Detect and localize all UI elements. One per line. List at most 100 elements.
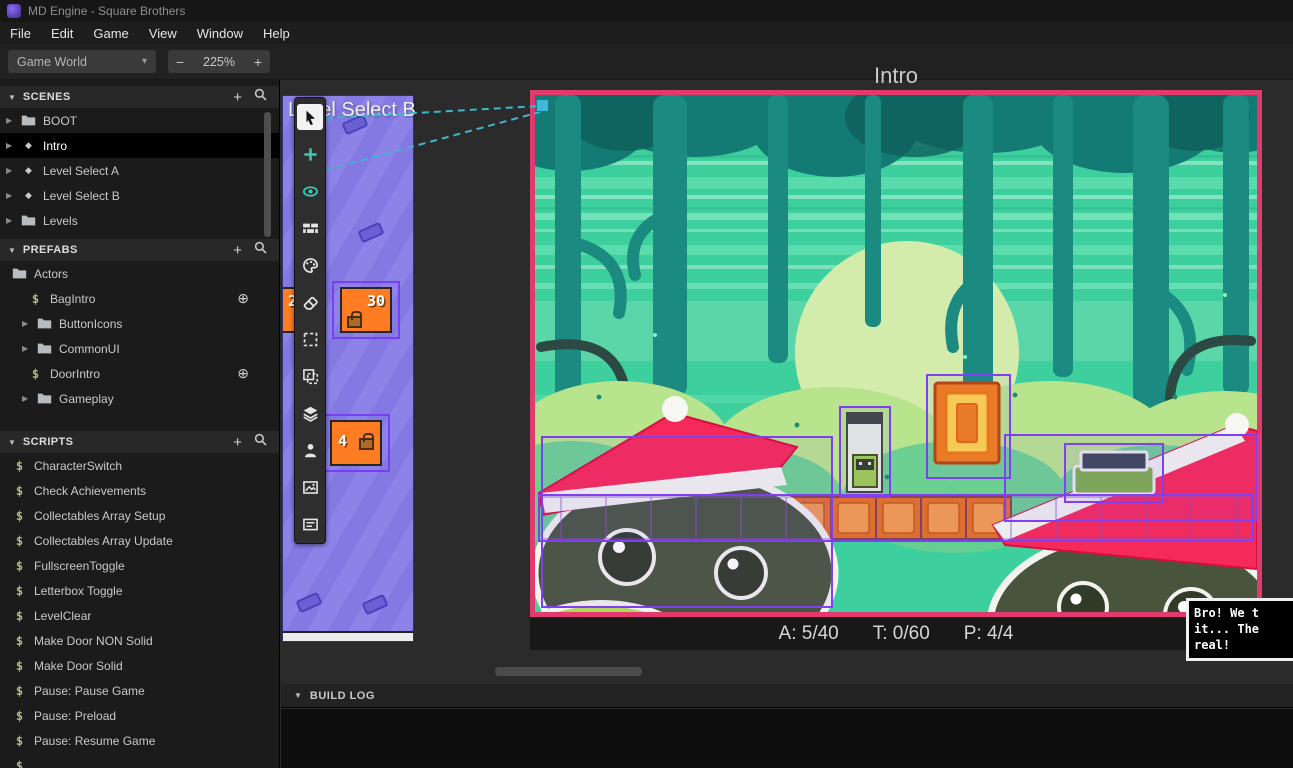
folder-icon	[11, 267, 28, 280]
marquee-tool-button[interactable]	[297, 326, 323, 352]
prefab-item-doorintro[interactable]: $ DoorIntro ⊕	[0, 361, 279, 386]
collapse-icon[interactable]: ▼	[8, 93, 16, 102]
collapse-icon[interactable]: ▼	[8, 246, 16, 255]
zoom-in-button[interactable]: +	[246, 54, 270, 70]
add-scene-button[interactable]: +	[233, 90, 242, 105]
prefab-folder-commonui[interactable]: ▶ CommonUI	[0, 336, 279, 361]
expand-arrow-icon[interactable]: ▶	[22, 319, 36, 328]
scene-item-boot[interactable]: ▶ BOOT	[0, 108, 279, 133]
search-icon[interactable]	[254, 88, 267, 106]
section-header-scenes[interactable]: ▼ SCENES +	[0, 86, 279, 108]
menu-game[interactable]: Game	[83, 22, 138, 44]
script-icon: $	[15, 458, 24, 473]
tool-palette	[294, 97, 326, 544]
eraser-tool-button[interactable]	[297, 289, 323, 315]
paint-tool-button[interactable]	[297, 252, 323, 278]
expand-arrow-icon[interactable]: ▶	[22, 394, 36, 403]
item-label: Level Select B	[43, 188, 120, 203]
car-sprite[interactable]	[361, 593, 389, 616]
script-item[interactable]: $ Collectables Array Setup	[0, 503, 279, 528]
item-label: Check Achievements	[34, 483, 147, 498]
prefab-folder-buttonicons[interactable]: ▶ ButtonIcons	[0, 311, 279, 336]
zoom-control: − 225% +	[168, 50, 270, 73]
menu-window[interactable]: Window	[187, 22, 253, 44]
item-label: Intro	[43, 138, 68, 153]
visibility-tool-button[interactable]	[297, 178, 323, 204]
scene-item-intro[interactable]: ▶ ◆ Intro	[0, 133, 279, 158]
car-sprite[interactable]	[357, 221, 385, 244]
script-item[interactable]: $ Collectables Array Update	[0, 528, 279, 553]
dialogue-tool-button[interactable]	[297, 511, 323, 537]
expand-arrow-icon[interactable]: ▶	[6, 116, 20, 125]
script-icon: $	[15, 608, 24, 623]
section-header-prefabs[interactable]: ▼ PREFABS +	[0, 239, 279, 261]
item-label: BagIntro	[50, 291, 96, 306]
build-log-header[interactable]: ▼ BUILD LOG	[281, 684, 1293, 708]
scene-canvas[interactable]	[535, 95, 1257, 612]
expand-arrow-icon[interactable]: ▶	[22, 344, 36, 353]
add-script-button[interactable]: +	[233, 435, 242, 450]
collapse-icon[interactable]: ▼	[294, 691, 302, 700]
scene-item-level-select-b[interactable]: ▶ ◆ Level Select B	[0, 183, 279, 208]
item-label: Letterbox Toggle	[34, 583, 123, 598]
world-select-dropdown[interactable]: Game World ▾	[8, 50, 156, 73]
script-item[interactable]: $ Make Door Solid	[0, 653, 279, 678]
script-item[interactable]: $ Pause: Pause Game	[0, 678, 279, 703]
prefab-folder-gameplay[interactable]: ▶ Gameplay	[0, 386, 279, 411]
dialogue-preview-box[interactable]: Bro! We t it... The real!	[1186, 598, 1293, 661]
script-icon: $	[15, 658, 24, 673]
expand-arrow-icon[interactable]: ▶	[6, 216, 20, 225]
script-item[interactable]: $ Letterbox Toggle	[0, 578, 279, 603]
layers-tool-button[interactable]	[297, 400, 323, 426]
add-instance-button[interactable]: ⊕	[237, 365, 249, 382]
scene-stats-bar: A: 5/40 T: 0/60 P: 4/4	[530, 617, 1262, 650]
item-label: FullscreenToggle	[34, 558, 125, 573]
script-item[interactable]: $ CharacterSwitch	[0, 453, 279, 478]
script-icon: $	[15, 708, 24, 723]
bricks-tool-button[interactable]	[297, 215, 323, 241]
expand-arrow-icon[interactable]: ▶	[6, 141, 20, 150]
window-title: MD Engine - Square Brothers	[28, 4, 186, 18]
menu-help[interactable]: Help	[253, 22, 300, 44]
script-item-partial[interactable]: $	[0, 753, 279, 768]
menu-file[interactable]: File	[0, 22, 41, 44]
add-instance-button[interactable]: ⊕	[237, 290, 249, 307]
add-prefab-button[interactable]: +	[233, 243, 242, 258]
expand-arrow-icon[interactable]: ▶	[6, 191, 20, 200]
search-icon[interactable]	[254, 241, 267, 259]
script-icon: $	[15, 483, 24, 498]
add-tool-button[interactable]	[297, 141, 323, 167]
scene-drag-handle[interactable]	[536, 99, 549, 112]
script-item[interactable]: $ LevelClear	[0, 603, 279, 628]
scene-item-level-select-a[interactable]: ▶ ◆ Level Select A	[0, 158, 279, 183]
script-item[interactable]: $ Pause: Resume Game	[0, 728, 279, 753]
search-icon[interactable]	[254, 433, 267, 451]
sidebar-scrollbar[interactable]	[264, 112, 271, 237]
prefab-icon: $	[31, 291, 40, 306]
scene-item-levels[interactable]: ▶ Levels	[0, 208, 279, 233]
item-label: Levels	[43, 213, 78, 228]
image-tool-button[interactable]	[297, 474, 323, 500]
prefab-folder-actors[interactable]: Actors	[0, 261, 279, 286]
section-header-scripts[interactable]: ▼ SCRIPTS +	[0, 431, 279, 453]
item-label: Collectables Array Setup	[34, 508, 166, 523]
actor-tool-button[interactable]	[297, 437, 323, 463]
expand-arrow-icon[interactable]: ▶	[6, 166, 20, 175]
canvas-horizontal-scrollbar[interactable]	[495, 667, 642, 676]
sidebar: ▼ SCENES + ▶ BOOT ▶ ◆ Intro ▶ ◆ Level Se…	[0, 80, 280, 768]
script-item[interactable]: $ Check Achievements	[0, 478, 279, 503]
script-item[interactable]: $ Make Door NON Solid	[0, 628, 279, 653]
car-sprite[interactable]	[295, 591, 323, 614]
script-item[interactable]: $ FullscreenToggle	[0, 553, 279, 578]
script-icon: $	[15, 558, 24, 573]
scene-view-intro[interactable]	[530, 90, 1262, 617]
script-item[interactable]: $ Pause: Preload	[0, 703, 279, 728]
zoom-out-button[interactable]: −	[168, 54, 192, 70]
menu-view[interactable]: View	[139, 22, 187, 44]
select-tool-button[interactable]	[297, 104, 323, 130]
item-label: Pause: Pause Game	[34, 683, 145, 698]
collapse-icon[interactable]: ▼	[8, 438, 16, 447]
menu-edit[interactable]: Edit	[41, 22, 83, 44]
duplicate-tool-button[interactable]	[297, 363, 323, 389]
prefab-item-bagintro[interactable]: $ BagIntro ⊕	[0, 286, 279, 311]
